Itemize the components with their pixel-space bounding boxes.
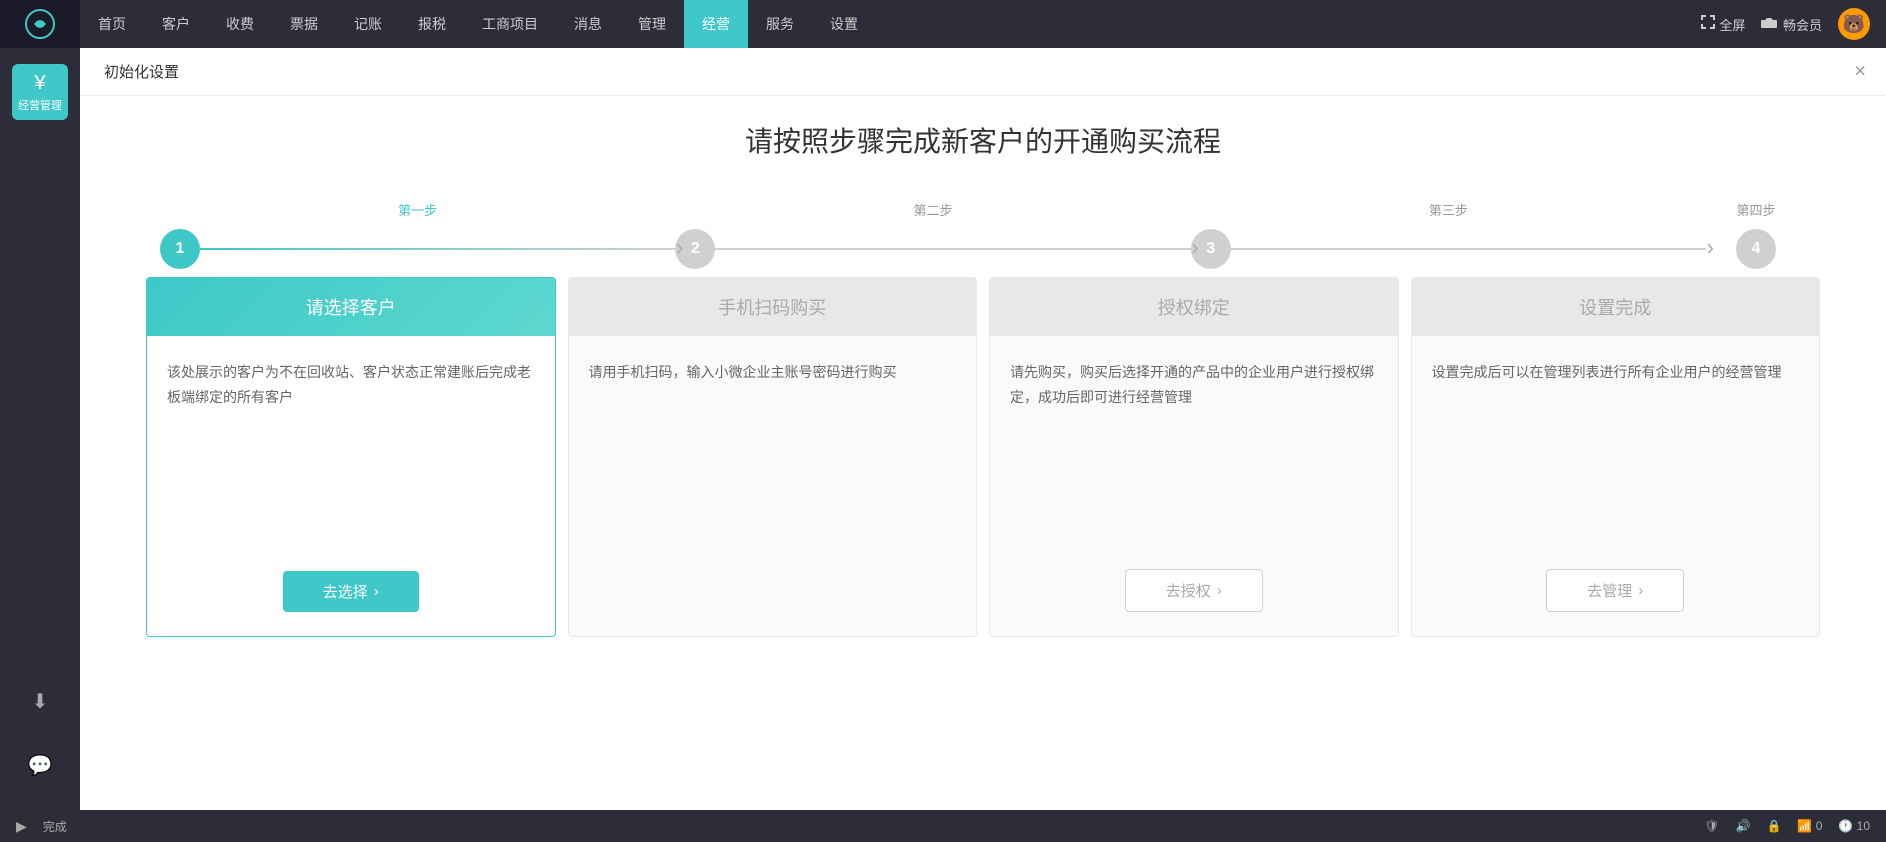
step-3-btn-arrow: ›: [1217, 582, 1222, 599]
nav-settings[interactable]: 设置: [812, 0, 876, 48]
support-icon: 💬: [28, 753, 53, 778]
step-4-card-footer: 去管理 ›: [1412, 553, 1820, 636]
download-icon: ⬇: [32, 689, 49, 714]
volume-icon: 🔊: [1736, 819, 1751, 833]
nav-industry[interactable]: 工商项目: [464, 0, 556, 48]
sidebar-support[interactable]: 💬: [12, 738, 68, 794]
step-1-label: 第一步: [398, 200, 437, 219]
step-4-circle: 4: [1736, 229, 1776, 269]
user-avatar[interactable]: 🐻: [1838, 8, 1870, 40]
sidebar: ¥ 经营管理 ⬇ 💬: [0, 48, 80, 810]
shield-icon: 🛡: [1704, 819, 1719, 833]
step-4-label: 第四步: [1736, 200, 1775, 219]
step-3-action-button[interactable]: 去授权 ›: [1125, 569, 1263, 612]
nav-account[interactable]: 记账: [336, 0, 400, 48]
sidebar-bottom: ⬇ 💬: [12, 674, 68, 810]
step-4-card: 设置完成 设置完成后可以在管理列表进行所有企业用户的经营管理 去管理 ›: [1411, 277, 1821, 637]
page-header: 初始化设置 ×: [80, 48, 1886, 96]
nav-operation[interactable]: 经营: [684, 0, 748, 48]
nav-bill[interactable]: 票据: [272, 0, 336, 48]
fullscreen-btn[interactable]: 全屏: [1700, 14, 1746, 34]
step-2-label: 第二步: [913, 200, 952, 219]
step-3-card: 授权绑定 请先购买，购买后选择开通的产品中的企业用户进行授权绑定，成功后即可进行…: [989, 277, 1399, 637]
close-button[interactable]: ×: [1854, 60, 1866, 83]
step-2-card-title: 手机扫码购买: [569, 278, 977, 336]
step-4-card-body: 设置完成后可以在管理列表进行所有企业用户的经营管理: [1412, 336, 1820, 553]
main-content: 初始化设置 × 请按照步骤完成新客户的开通购买流程 第一步 1 › 第二步 2: [80, 48, 1886, 810]
step-3-indicator: 第三步 3 ›: [1191, 200, 1706, 269]
sidebar-item-operation[interactable]: ¥ 经营管理: [12, 64, 68, 120]
step-2-indicator: 第二步 2 ›: [675, 200, 1190, 269]
network-status: 📶 0: [1797, 819, 1822, 833]
status-bar-right: 🛡 🔊 🔒 📶 0 🕐 10: [1704, 819, 1870, 833]
steps-indicator-row: 第一步 1 › 第二步 2 › 第三: [140, 200, 1826, 269]
nav-right: 全屏 畅会员 🐻: [1700, 8, 1886, 40]
steps-container: 请按照步骤完成新客户的开通购买流程 第一步 1 › 第二步 2 ›: [80, 96, 1886, 810]
step-1-action-button[interactable]: 去选择 ›: [283, 571, 419, 612]
step-cards-row: 请选择客户 该处展示的客户为不在回收站、客户状态正常建账后完成老板端绑定的所有客…: [140, 277, 1826, 637]
time-display: 🕐 10: [1838, 819, 1870, 833]
sidebar-download[interactable]: ⬇: [12, 674, 68, 730]
play-icon[interactable]: ▶: [16, 818, 27, 835]
nav-tax[interactable]: 报税: [400, 0, 464, 48]
step-2-line: ›: [715, 248, 1190, 250]
status-bar: ▶ 完成 🛡 🔊 🔒 📶 0 🕐 10: [0, 810, 1886, 842]
step-1-line: ›: [200, 248, 675, 250]
step-3-card-title: 授权绑定: [990, 278, 1398, 336]
step-2-card: 手机扫码购买 请用手机扫码，输入小微企业主账号密码进行购买: [568, 277, 978, 637]
step-1-card-title: 请选择客户: [147, 278, 555, 336]
step-3-card-footer: 去授权 ›: [990, 553, 1398, 636]
step-3-card-body: 请先购买，购买后选择开通的产品中的企业用户进行授权绑定，成功后即可进行经营管理: [990, 336, 1398, 553]
step-4-btn-arrow: ›: [1638, 582, 1643, 599]
nav-message[interactable]: 消息: [556, 0, 620, 48]
step-1-btn-arrow: ›: [374, 583, 379, 600]
page-title: 初始化设置: [104, 61, 179, 82]
logo-area: [0, 0, 80, 48]
nav-manage[interactable]: 管理: [620, 0, 684, 48]
nav-service[interactable]: 服务: [748, 0, 812, 48]
step-1-card-footer: 去选择 ›: [147, 555, 555, 636]
status-text: 完成: [43, 818, 67, 835]
sidebar-item-label: 经营管理: [18, 97, 62, 113]
main-title: 请按照步骤完成新客户的开通购买流程: [140, 120, 1826, 160]
step-1-card: 请选择客户 该处展示的客户为不在回收站、客户状态正常建账后完成老板端绑定的所有客…: [146, 277, 556, 637]
step-1-card-body: 该处展示的客户为不在回收站、客户状态正常建账后完成老板端绑定的所有客户: [147, 336, 555, 555]
step-3-label: 第三步: [1429, 200, 1468, 219]
top-nav: 首页 客户 收费 票据 记账 报税 工商项目 消息 管理 经营 服务 设置 全屏…: [0, 0, 1886, 48]
member-btn[interactable]: 畅会员: [1761, 15, 1822, 34]
step-4-card-title: 设置完成: [1412, 278, 1820, 336]
step-3-line: ›: [1231, 248, 1706, 250]
yuan-icon: ¥: [34, 72, 45, 95]
step-1-circle: 1: [160, 229, 200, 269]
nav-fee[interactable]: 收费: [208, 0, 272, 48]
nav-home[interactable]: 首页: [80, 0, 144, 48]
step-4-action-button[interactable]: 去管理 ›: [1546, 569, 1684, 612]
step-2-card-footer: [569, 596, 977, 636]
nav-items: 首页 客户 收费 票据 记账 报税 工商项目 消息 管理 经营 服务 设置: [80, 0, 1700, 48]
app-logo: [24, 8, 56, 40]
lock-icon: 🔒: [1766, 819, 1781, 833]
step-2-card-body: 请用手机扫码，输入小微企业主账号密码进行购买: [569, 336, 977, 596]
step-1-indicator: 第一步 1 ›: [160, 200, 675, 269]
nav-customer[interactable]: 客户: [144, 0, 208, 48]
step-4-indicator: 第四步 4: [1706, 200, 1806, 269]
